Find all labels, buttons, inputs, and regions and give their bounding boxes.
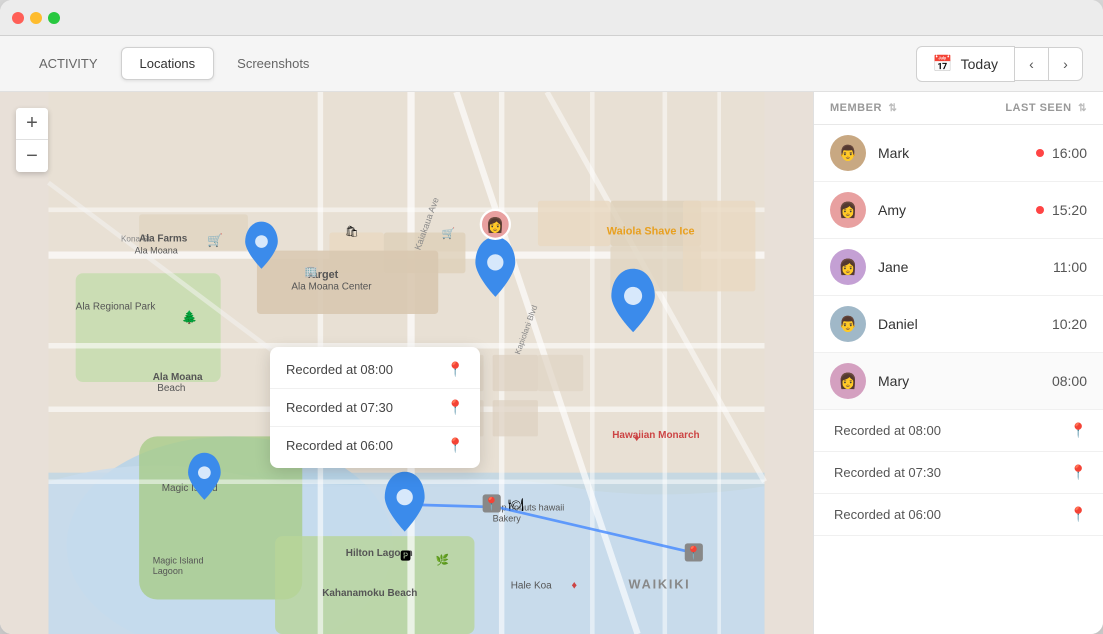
- member-time-amy: 15:20: [1052, 202, 1087, 218]
- online-indicator-amy: [1036, 206, 1044, 214]
- sub-row-label-3: Recorded at 06:00: [834, 507, 941, 522]
- popup-row-1: Recorded at 08:00 📍: [270, 351, 480, 389]
- member-time-daniel: 10:20: [1052, 316, 1087, 332]
- member-row-mark[interactable]: 👨 Mark 16:00: [814, 125, 1103, 182]
- date-navigation: 📅 Today ‹ ›: [916, 46, 1083, 82]
- svg-text:Magic Island: Magic Island: [153, 555, 204, 565]
- avatar-jane: 👩: [830, 249, 866, 285]
- sub-row-label-2: Recorded at 07:30: [834, 465, 941, 480]
- date-label: Today: [961, 56, 998, 72]
- popup-pin-1: 📍: [447, 361, 464, 378]
- member-name-amy: Amy: [878, 202, 1036, 218]
- lastseen-column-header: LAST SEEN ⇅: [1005, 102, 1087, 114]
- title-bar: [0, 0, 1103, 36]
- member-time-jane: 11:00: [1053, 259, 1087, 275]
- calendar-icon: 📅: [933, 54, 953, 74]
- zoom-out-button[interactable]: −: [16, 140, 48, 172]
- prev-date-button[interactable]: ‹: [1015, 47, 1049, 81]
- svg-text:👩: 👩: [486, 216, 504, 234]
- svg-text:🏢: 🏢: [304, 266, 318, 278]
- popup-row-2: Recorded at 07:30 📍: [270, 389, 480, 427]
- svg-text:📍: 📍: [484, 496, 500, 511]
- svg-text:Ala Moana: Ala Moana: [153, 372, 203, 383]
- close-button[interactable]: [12, 12, 24, 24]
- map-controls: + −: [16, 108, 48, 172]
- sub-row-label-1: Recorded at 08:00: [834, 423, 941, 438]
- popup-pin-3: 📍: [447, 437, 464, 454]
- svg-text:📍: 📍: [686, 545, 702, 560]
- member-sort-icon: ⇅: [888, 103, 897, 114]
- svg-text:♦: ♦: [571, 580, 577, 592]
- svg-text:🛒: 🛒: [442, 227, 456, 240]
- member-name-mark: Mark: [878, 145, 1036, 161]
- sub-row-mary-3[interactable]: Recorded at 06:00 📍: [814, 494, 1103, 536]
- next-date-button[interactable]: ›: [1049, 47, 1083, 81]
- svg-text:🌿: 🌿: [436, 553, 450, 566]
- sidebar: MEMBER ⇅ LAST SEEN ⇅ 👨 Mark 16:00 👩 Amy: [813, 92, 1103, 634]
- popup-pin-2: 📍: [447, 399, 464, 416]
- avatar-mark: 👨: [830, 135, 866, 171]
- lastseen-sort-icon: ⇅: [1078, 103, 1087, 114]
- svg-text:🛍: 🛍: [345, 225, 359, 238]
- date-picker[interactable]: 📅 Today: [916, 46, 1015, 82]
- svg-text:Ala Moana: Ala Moana: [135, 245, 179, 255]
- svg-text:🛒: 🛒: [207, 232, 223, 247]
- svg-text:♦: ♦: [634, 432, 640, 444]
- svg-text:Hale Koa: Hale Koa: [511, 581, 552, 592]
- content-area: Kaiakaua Ave Ala Wai Blvd Kapiolani Blvd…: [0, 92, 1103, 634]
- map-area[interactable]: Kaiakaua Ave Ala Wai Blvd Kapiolani Blvd…: [0, 92, 813, 634]
- member-time-mark: 16:00: [1052, 145, 1087, 161]
- svg-text:Hawaiian Monarch: Hawaiian Monarch: [612, 430, 699, 441]
- app-window: ACTIVITY Locations Screenshots 📅 Today ‹…: [0, 0, 1103, 634]
- traffic-lights: [12, 12, 60, 24]
- svg-text:Lagoon: Lagoon: [153, 566, 183, 576]
- member-time-mary: 08:00: [1052, 373, 1087, 389]
- zoom-in-button[interactable]: +: [16, 108, 48, 140]
- minimize-button[interactable]: [30, 12, 42, 24]
- tab-locations[interactable]: Locations: [121, 47, 215, 80]
- svg-text:🌲: 🌲: [182, 309, 198, 324]
- member-name-jane: Jane: [878, 259, 1037, 275]
- avatar-daniel: 👨: [830, 306, 866, 342]
- member-row-daniel[interactable]: 👨 Daniel 10:20: [814, 296, 1103, 353]
- sub-pin-1: 📍: [1070, 422, 1087, 439]
- svg-text:Kahanamoku Beach: Kahanamoku Beach: [322, 588, 417, 599]
- tab-activity[interactable]: ACTIVITY: [20, 47, 117, 80]
- popup-label-1: Recorded at 08:00: [286, 362, 393, 377]
- popup-label-2: Recorded at 07:30: [286, 400, 393, 415]
- sub-pin-3: 📍: [1070, 506, 1087, 523]
- svg-text:Waiola Shave Ice: Waiola Shave Ice: [607, 225, 695, 237]
- tab-screenshots[interactable]: Screenshots: [218, 47, 328, 80]
- svg-text:WAIKIKI: WAIKIKI: [629, 578, 691, 592]
- avatar-amy: 👩: [830, 192, 866, 228]
- popup-label-3: Recorded at 06:00: [286, 438, 393, 453]
- member-row-jane[interactable]: 👩 Jane 11:00: [814, 239, 1103, 296]
- tab-group: ACTIVITY Locations Screenshots: [20, 47, 328, 80]
- popup-row-3: Recorded at 06:00 📍: [270, 427, 480, 464]
- svg-text:🅿: 🅿: [400, 550, 411, 563]
- sub-pin-2: 📍: [1070, 464, 1087, 481]
- svg-text:Bakery: Bakery: [493, 514, 522, 524]
- svg-text:Beach: Beach: [157, 383, 185, 394]
- sidebar-header: MEMBER ⇅ LAST SEEN ⇅: [814, 92, 1103, 125]
- avatar-mary: 👩: [830, 363, 866, 399]
- member-column-header: MEMBER ⇅: [830, 102, 1005, 114]
- svg-text:Ala Regional Park: Ala Regional Park: [76, 302, 156, 313]
- sub-row-mary-1[interactable]: Recorded at 08:00 📍: [814, 410, 1103, 452]
- maximize-button[interactable]: [48, 12, 60, 24]
- member-row-amy[interactable]: 👩 Amy 15:20: [814, 182, 1103, 239]
- member-row-mary[interactable]: 👩 Mary 08:00: [814, 353, 1103, 410]
- map-popup: Recorded at 08:00 📍 Recorded at 07:30 📍 …: [270, 347, 480, 468]
- member-name-mary: Mary: [878, 373, 1036, 389]
- toolbar: ACTIVITY Locations Screenshots 📅 Today ‹…: [0, 36, 1103, 92]
- svg-text:Ala Farms: Ala Farms: [139, 234, 188, 245]
- sub-row-mary-2[interactable]: Recorded at 07:30 📍: [814, 452, 1103, 494]
- online-indicator-mark: [1036, 149, 1044, 157]
- member-name-daniel: Daniel: [878, 316, 1036, 332]
- svg-text:Ala Moana Center: Ala Moana Center: [291, 282, 372, 293]
